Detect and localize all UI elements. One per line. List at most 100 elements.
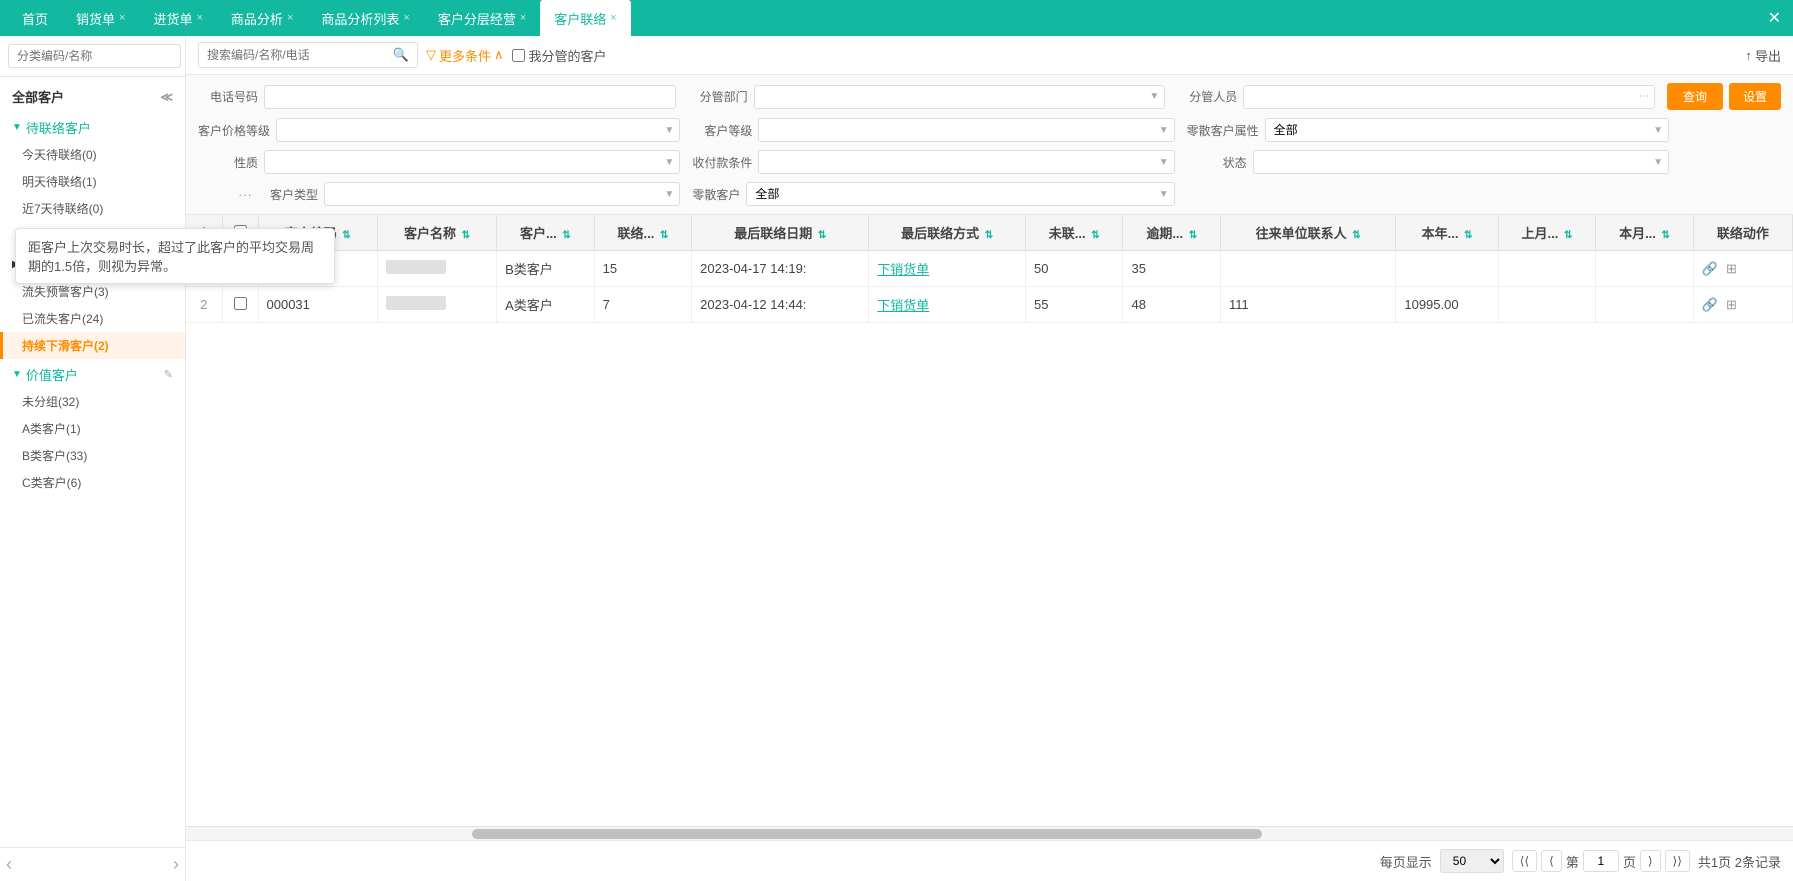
sort-last-month[interactable]: ⇅	[1564, 230, 1572, 241]
nav-item-customer-contact[interactable]: 客户联络 ×	[540, 0, 630, 36]
edit-icon[interactable]: ✎	[164, 368, 173, 381]
row1-last-method[interactable]: 下销货单	[869, 251, 1026, 287]
data-table-area: ⚙ 客户编码 ⇅ 客户名称 ⇅	[186, 215, 1793, 826]
sort-overdue[interactable]: ⇅	[1189, 230, 1197, 241]
sidebar-item-class-c[interactable]: C类客户(6)	[0, 469, 185, 496]
phone-input[interactable]	[264, 85, 676, 109]
row1-overdue: 35	[1123, 251, 1221, 287]
th-last-date[interactable]: 最后联络日期 ⇅	[692, 215, 869, 251]
sidebar-item-class-b[interactable]: B类客户(33)	[0, 442, 185, 469]
th-contact[interactable]: 联络... ⇅	[594, 215, 692, 251]
settings-button[interactable]: 设置	[1729, 83, 1781, 110]
th-this-month[interactable]: 本月... ⇅	[1596, 215, 1694, 251]
left-arrow-icon[interactable]: ‹	[6, 854, 12, 875]
next-page-btn[interactable]: ⟩	[1640, 850, 1661, 872]
my-customers-checkbox[interactable]	[512, 49, 525, 62]
th-category[interactable]: 客户... ⇅	[497, 215, 595, 251]
sort-category[interactable]: ⇅	[562, 230, 570, 241]
main-search-input[interactable]	[207, 48, 393, 62]
sort-contact[interactable]: ⇅	[660, 230, 668, 241]
sidebar-all-customers-header[interactable]: 全部客户 ≪	[0, 81, 185, 112]
sidebar-collapse-btn[interactable]: ≪	[160, 90, 173, 104]
nav-close-customer-tier[interactable]: ×	[520, 12, 526, 24]
search-field-wrap: 🔍	[198, 42, 418, 68]
row2-name-blurred	[386, 296, 446, 310]
sort-code[interactable]: ⇅	[342, 230, 350, 241]
th-last-method[interactable]: 最后联络方式 ⇅	[869, 215, 1026, 251]
nav-close-customer-contact[interactable]: ×	[610, 12, 616, 24]
th-this-year[interactable]: 本年... ⇅	[1396, 215, 1498, 251]
page-size-select[interactable]: 50	[1440, 849, 1504, 873]
nav-close-analysis[interactable]: ×	[287, 12, 293, 24]
row2-select-checkbox[interactable]	[234, 297, 247, 310]
row2-contact: 7	[594, 287, 692, 323]
right-arrow-icon[interactable]: ›	[173, 854, 179, 875]
prev-page-btn[interactable]: ⟨	[1541, 850, 1562, 872]
sidebar-group-pending[interactable]: ▼ 待联络客户	[0, 112, 185, 141]
manager-select[interactable]	[1243, 85, 1655, 109]
h-scroll-thumb[interactable]	[472, 829, 1262, 839]
sidebar-item-churned[interactable]: 已流失客户(24)	[0, 305, 185, 332]
row1-link-icon[interactable]: 🔗	[1702, 261, 1718, 277]
row2-grid-icon[interactable]: ⊞	[1726, 297, 1737, 313]
sort-contact-person[interactable]: ⇅	[1352, 230, 1360, 241]
sidebar-item-ungrouped[interactable]: 未分组(32)	[0, 388, 185, 415]
row2-last-method[interactable]: 下销货单	[869, 287, 1026, 323]
sort-last-date[interactable]: ⇅	[818, 230, 826, 241]
nav-close-purchase[interactable]: ×	[196, 12, 202, 24]
sidebar-item-today[interactable]: 今天待联络(0)	[0, 141, 185, 168]
first-page-btn[interactable]: ⟨⟨	[1512, 850, 1537, 872]
nav-item-analysis[interactable]: 商品分析 ×	[217, 0, 307, 36]
customer-level-select[interactable]	[758, 118, 1174, 142]
export-button[interactable]: ↑ 导出	[1745, 46, 1781, 65]
retail-customer-select[interactable]: 全部	[746, 182, 1174, 206]
h-scroll-area[interactable]	[186, 826, 1793, 840]
nav-close-analysis-list[interactable]: ×	[403, 12, 409, 24]
sidebar-group-value[interactable]: ▼ 价值客户 ✎	[0, 359, 185, 388]
nav-item-purchase[interactable]: 进货单 ×	[139, 0, 216, 36]
type-select[interactable]	[324, 182, 680, 206]
dept-select[interactable]	[754, 85, 1166, 109]
sidebar-item-7days[interactable]: 近7天待联络(0)	[0, 195, 185, 222]
row2-checkbox	[222, 287, 258, 323]
nav-close-sales[interactable]: ×	[119, 12, 125, 24]
row2-actions: 🔗 ⊞	[1693, 287, 1792, 323]
last-page-btn[interactable]: ⟩⟩	[1665, 850, 1690, 872]
page-number-input[interactable]	[1583, 850, 1619, 872]
row1-grid-icon[interactable]: ⊞	[1726, 261, 1737, 277]
status-select[interactable]	[1253, 150, 1669, 174]
nav-item-home[interactable]: 首页	[8, 0, 62, 36]
price-level-select[interactable]	[276, 118, 680, 142]
payment-select[interactable]	[758, 150, 1174, 174]
chevron-up-icon: ∧	[494, 47, 504, 63]
sidebar-search-input[interactable]	[8, 44, 181, 68]
triangle-icon: ▼	[12, 122, 22, 133]
sort-name[interactable]: ⇅	[462, 230, 470, 241]
filter-phone: 电话号码	[198, 85, 676, 109]
nav-item-analysis-list[interactable]: 商品分析列表 ×	[307, 0, 423, 36]
nav-item-sales[interactable]: 销货单 ×	[62, 0, 139, 36]
sort-this-month[interactable]: ⇅	[1662, 230, 1670, 241]
sidebar-item-tomorrow[interactable]: 明天待联络(1)	[0, 168, 185, 195]
row2-link-icon[interactable]: 🔗	[1702, 297, 1718, 313]
more-conditions-btn[interactable]: ▽ 更多条件 ∧	[426, 46, 504, 65]
main-search-icon[interactable]: 🔍	[393, 47, 409, 63]
sort-unlinked[interactable]: ⇅	[1091, 230, 1099, 241]
filter-retail-customer: 零散客户 全部 ▼	[692, 182, 1174, 206]
th-overdue[interactable]: 逾期... ⇅	[1123, 215, 1221, 251]
nav-item-customer-tier[interactable]: 客户分层经营 ×	[424, 0, 540, 36]
sort-this-year[interactable]: ⇅	[1464, 230, 1472, 241]
th-last-month[interactable]: 上月... ⇅	[1498, 215, 1596, 251]
window-close-button[interactable]: ✕	[1768, 8, 1781, 28]
sidebar-item-class-a[interactable]: A类客户(1)	[0, 415, 185, 442]
th-unlinked[interactable]: 未联... ⇅	[1025, 215, 1123, 251]
sort-last-method[interactable]: ⇅	[985, 230, 993, 241]
more-dots-1[interactable]: ···	[234, 186, 256, 202]
retail-attr-select[interactable]: 全部	[1265, 118, 1669, 142]
sidebar-item-declining[interactable]: 持续下滑客户(2)	[0, 332, 185, 359]
th-contact-person[interactable]: 往来单位联系人 ⇅	[1221, 215, 1396, 251]
gender-select[interactable]	[264, 150, 680, 174]
query-button[interactable]: 查询	[1667, 83, 1723, 110]
status-select-wrap: ▼	[1253, 150, 1669, 174]
th-name[interactable]: 客户名称 ⇅	[377, 215, 496, 251]
